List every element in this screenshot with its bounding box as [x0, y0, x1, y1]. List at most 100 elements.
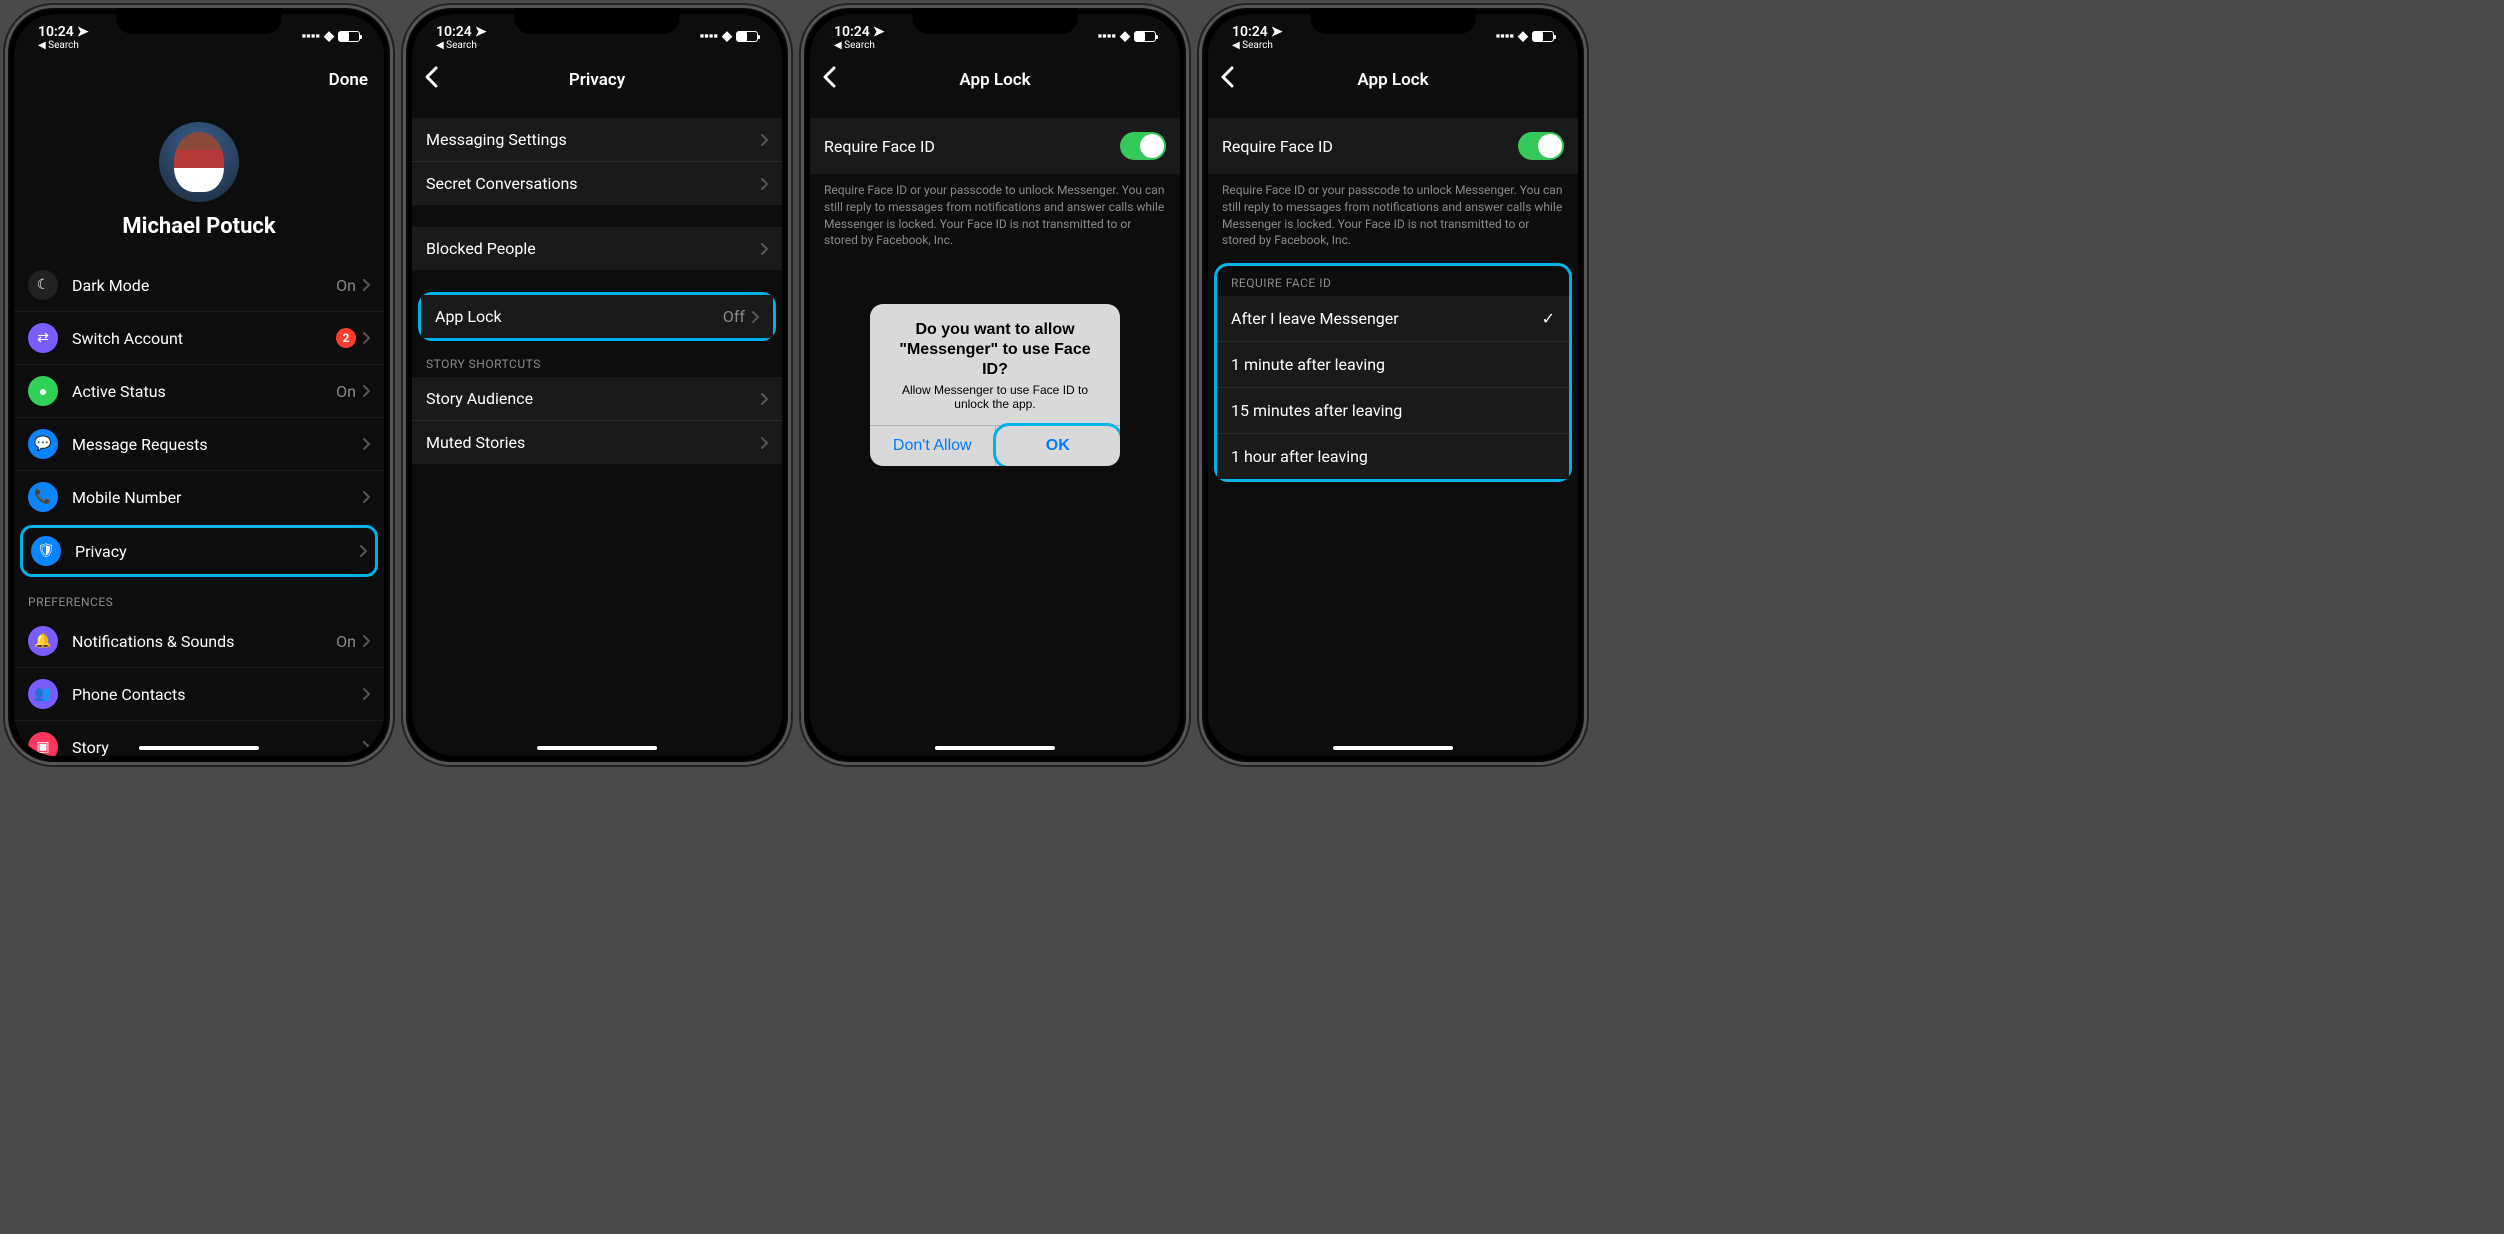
chevron-right-icon — [760, 437, 768, 449]
moon-icon: ☾ — [28, 270, 58, 300]
profile-avatar[interactable] — [159, 122, 239, 202]
story-icon: ▣ — [28, 732, 58, 756]
option-15min[interactable]: 15 minutes after leaving — [1217, 388, 1569, 434]
row-message-requests[interactable]: 💬 Message Requests — [14, 418, 384, 471]
chevron-right-icon — [362, 741, 370, 753]
alert-dont-allow-button[interactable]: Don't Allow — [870, 426, 996, 466]
faceid-permission-alert: Do you want to allow "Messenger" to use … — [870, 304, 1120, 466]
require-faceid-toggle[interactable] — [1518, 132, 1564, 160]
chevron-right-icon — [362, 279, 370, 291]
chevron-right-icon — [760, 393, 768, 405]
row-notifications[interactable]: 🔔 Notifications & Sounds On — [14, 615, 384, 668]
wifi-icon: ◆ — [722, 29, 732, 44]
shield-icon: 🛡 — [31, 536, 61, 566]
option-after-leave[interactable]: After I leave Messenger ✓ — [1217, 296, 1569, 342]
row-mobile-number[interactable]: 📞 Mobile Number — [14, 471, 384, 523]
contacts-icon: 👥 — [28, 679, 58, 709]
home-indicator[interactable] — [935, 746, 1055, 750]
page-title: Privacy — [569, 70, 625, 90]
page-title: App Lock — [1357, 70, 1428, 90]
phone-icon: 📞 — [28, 482, 58, 512]
back-button[interactable] — [424, 66, 438, 94]
location-icon: ➤ — [475, 24, 487, 40]
require-faceid-label: Require Face ID — [1222, 137, 1518, 156]
back-to-search[interactable]: ◀ Search — [38, 40, 89, 51]
row-muted-stories[interactable]: Muted Stories — [412, 421, 782, 464]
wifi-icon: ◆ — [1518, 29, 1528, 44]
option-label: After I leave Messenger — [1231, 309, 1399, 328]
chevron-right-icon — [362, 688, 370, 700]
status-time: 10:24 — [38, 24, 74, 40]
status-time: 10:24 — [436, 24, 472, 40]
cellular-icon: ▪▪▪▪ — [1496, 28, 1514, 44]
timing-options-highlight: REQUIRE FACE ID After I leave Messenger … — [1214, 263, 1572, 482]
phone-2-privacy: 10:24➤ ◀ Search ▪▪▪▪ ◆ Privacy Messaging… — [403, 5, 791, 765]
chevron-right-icon — [362, 332, 370, 344]
chevron-right-icon — [362, 385, 370, 397]
chevron-right-icon — [359, 545, 367, 557]
home-indicator[interactable] — [1333, 746, 1453, 750]
require-faceid-row: Require Face ID — [1208, 118, 1578, 174]
phone-4-applock-options: 10:24➤ ◀ Search ▪▪▪▪ ◆ App Lock Require … — [1199, 5, 1587, 765]
preferences-header: PREFERENCES — [14, 579, 384, 615]
back-to-search[interactable]: ◀ Search — [1232, 40, 1283, 51]
alert-backdrop: Do you want to allow "Messenger" to use … — [810, 14, 1180, 756]
row-active-status[interactable]: ● Active Status On — [14, 365, 384, 418]
row-story-audience[interactable]: Story Audience — [412, 377, 782, 421]
status-time: 10:24 — [1232, 24, 1268, 40]
nav-header: Done — [14, 58, 384, 102]
story-shortcuts-header: STORY SHORTCUTS — [412, 341, 782, 377]
require-faceid-section-header: REQUIRE FACE ID — [1217, 266, 1569, 296]
row-dark-mode[interactable]: ☾ Dark Mode On — [14, 259, 384, 312]
checkmark-icon: ✓ — [1542, 309, 1555, 328]
back-button[interactable] — [1220, 66, 1234, 94]
chevron-right-icon — [760, 134, 768, 146]
home-indicator[interactable] — [537, 746, 657, 750]
notch — [913, 8, 1078, 34]
battery-icon — [736, 31, 758, 42]
battery-icon — [1532, 31, 1554, 42]
alert-title: Do you want to allow "Messenger" to use … — [870, 304, 1120, 380]
nav-header: App Lock — [1208, 58, 1578, 102]
notch — [515, 8, 680, 34]
chevron-right-icon — [362, 438, 370, 450]
done-button[interactable]: Done — [329, 70, 368, 90]
bell-icon: 🔔 — [28, 626, 58, 656]
badge-count: 2 — [336, 328, 356, 348]
phone-3-applock-alert: 10:24➤ ◀ Search ▪▪▪▪ ◆ App Lock Require … — [801, 5, 1189, 765]
option-label: 1 minute after leaving — [1231, 355, 1385, 374]
app-lock-highlight: App Lock Off — [418, 292, 776, 341]
phone-1-settings: 10:24➤ ◀ Search ▪▪▪▪ ◆ Done Michael Potu… — [5, 5, 393, 765]
row-app-lock[interactable]: App Lock Off — [421, 295, 773, 338]
battery-icon — [338, 31, 360, 42]
active-status-icon: ● — [28, 376, 58, 406]
row-switch-account[interactable]: ⇄ Switch Account 2 — [14, 312, 384, 365]
row-messaging-settings[interactable]: Messaging Settings — [412, 118, 782, 162]
message-requests-icon: 💬 — [28, 429, 58, 459]
option-label: 15 minutes after leaving — [1231, 401, 1402, 420]
chevron-right-icon — [362, 491, 370, 503]
cellular-icon: ▪▪▪▪ — [700, 28, 718, 44]
chevron-right-icon — [751, 311, 759, 323]
option-1min[interactable]: 1 minute after leaving — [1217, 342, 1569, 388]
row-blocked-people[interactable]: Blocked People — [412, 227, 782, 270]
chevron-right-icon — [760, 178, 768, 190]
profile-name: Michael Potuck — [14, 214, 384, 239]
row-privacy-highlighted[interactable]: 🛡 Privacy — [20, 525, 378, 577]
wifi-icon: ◆ — [324, 29, 334, 44]
location-icon: ➤ — [1271, 24, 1283, 40]
alert-ok-button-highlighted[interactable]: OK — [993, 423, 1121, 466]
option-1hour[interactable]: 1 hour after leaving — [1217, 434, 1569, 479]
location-icon: ➤ — [77, 24, 89, 40]
option-label: 1 hour after leaving — [1231, 447, 1368, 466]
home-indicator[interactable] — [139, 746, 259, 750]
alert-message: Allow Messenger to use Face ID to unlock… — [870, 380, 1120, 425]
row-secret-conversations[interactable]: Secret Conversations — [412, 162, 782, 205]
notch — [1311, 8, 1476, 34]
row-phone-contacts[interactable]: 👥 Phone Contacts — [14, 668, 384, 721]
notch — [117, 8, 282, 34]
faceid-description: Require Face ID or your passcode to unlo… — [1208, 174, 1578, 257]
row-story[interactable]: ▣ Story — [14, 721, 384, 756]
back-to-search[interactable]: ◀ Search — [436, 40, 487, 51]
switch-account-icon: ⇄ — [28, 323, 58, 353]
